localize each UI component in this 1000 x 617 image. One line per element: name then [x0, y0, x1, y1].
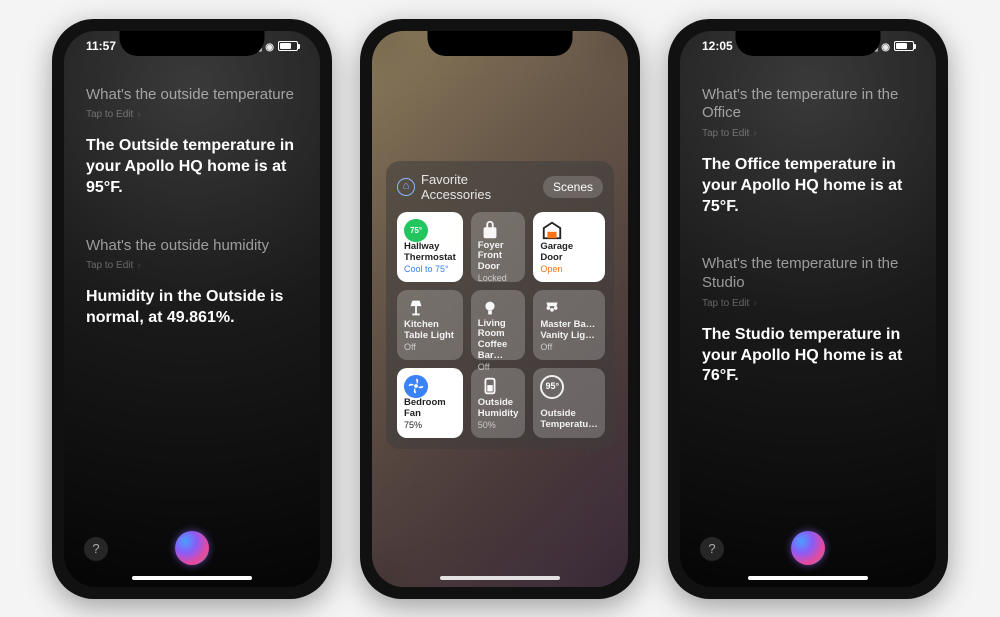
thermostat-icon: 75°: [404, 219, 428, 243]
control-center-home-widget: Favorite Accessories Scenes 75°Hallway T…: [372, 31, 628, 587]
widget-header: Favorite Accessories Scenes: [397, 172, 603, 202]
siri-orb-icon[interactable]: [175, 531, 209, 565]
notch: [120, 31, 265, 56]
tap-to-edit[interactable]: Tap to Edit›: [702, 298, 914, 309]
status-time: 12:05: [702, 39, 733, 53]
siri-screen: 11:57 What's the outside temperature Tap…: [64, 31, 320, 587]
accessory-tile-garage[interactable]: Garage DoorOpen: [533, 212, 604, 282]
tap-to-edit[interactable]: Tap to Edit›: [86, 109, 298, 120]
iphone-right: 12:05 What's the temperature in the Offi…: [668, 19, 948, 599]
tile-status: Open: [540, 264, 597, 274]
qa-block: What's the outside temperature Tap to Ed…: [86, 86, 298, 199]
user-query[interactable]: What's the outside humidity: [86, 237, 298, 256]
accessory-tile-chandelier[interactable]: Master Ba… Vanity Lig…Off: [533, 290, 604, 360]
garage-icon: [540, 219, 564, 243]
lamp-icon: [404, 297, 428, 321]
wifi-icon: [265, 39, 274, 53]
lock-icon: [478, 219, 502, 241]
fan-icon: [404, 375, 428, 399]
widget-title: Favorite Accessories: [421, 172, 537, 202]
temperature-icon: 95°: [540, 375, 564, 399]
tap-to-edit[interactable]: Tap to Edit›: [86, 260, 298, 271]
tile-name: Living Room Coffee Bar…: [478, 319, 519, 363]
accessory-tile-fan[interactable]: Bedroom Fan75%: [397, 368, 463, 438]
siri-screen: 12:05 What's the temperature in the Offi…: [680, 31, 936, 587]
siri-help-button[interactable]: ?: [700, 537, 724, 561]
tile-name: Master Ba… Vanity Lig…: [540, 320, 597, 342]
tile-name: Outside Humidity: [478, 398, 519, 420]
tap-to-edit[interactable]: Tap to Edit›: [702, 128, 914, 139]
tile-status: 50%: [478, 420, 519, 430]
user-query[interactable]: What's the outside temperature: [86, 86, 298, 105]
notch: [736, 31, 881, 56]
home-indicator[interactable]: [132, 576, 252, 580]
user-query[interactable]: What's the temperature in the Studio: [702, 255, 914, 293]
tile-name: Garage Door: [540, 242, 597, 264]
qa-block: What's the temperature in the Studio Tap…: [702, 255, 914, 387]
tile-status: Off: [540, 342, 597, 352]
chevron-right-icon: ›: [137, 260, 140, 271]
notch: [428, 31, 573, 56]
siri-response: The Office temperature in your Apollo HQ…: [702, 155, 914, 217]
home-widget-panel: Favorite Accessories Scenes 75°Hallway T…: [386, 161, 614, 449]
accessory-tile-light[interactable]: Living Room Coffee Bar…Off: [471, 290, 526, 360]
siri-response: The Outside temperature in your Apollo H…: [86, 136, 298, 198]
tile-status: Locked: [478, 273, 519, 283]
qa-block: What's the temperature in the Office Tap…: [702, 86, 914, 218]
iphone-left: 11:57 What's the outside temperature Tap…: [52, 19, 332, 599]
home-indicator[interactable]: [748, 576, 868, 580]
siri-orb-icon[interactable]: [791, 531, 825, 565]
siri-response: The Studio temperature in your Apollo HQ…: [702, 325, 914, 387]
accessory-tile-lock[interactable]: Foyer Front DoorLocked: [471, 212, 526, 282]
tile-name: Foyer Front Door: [478, 241, 519, 274]
home-indicator[interactable]: [440, 576, 560, 580]
home-icon: [397, 178, 415, 196]
scenes-button[interactable]: Scenes: [543, 176, 603, 198]
status-time: 11:57: [86, 39, 116, 53]
tile-status: 75%: [404, 420, 456, 430]
tile-name: Hallway Thermostat: [404, 242, 456, 264]
accessory-tiles-grid: 75°Hallway ThermostatCool to 75°Foyer Fr…: [397, 212, 603, 438]
accessory-tile-humidity[interactable]: Outside Humidity50%: [471, 368, 526, 438]
tile-name: Bedroom Fan: [404, 398, 456, 420]
battery-icon: [278, 41, 298, 51]
iphone-center: Favorite Accessories Scenes 75°Hallway T…: [360, 19, 640, 599]
light-icon: [478, 297, 502, 319]
battery-icon: [894, 41, 914, 51]
humidity-icon: [478, 375, 502, 399]
accessory-tile-temp[interactable]: 95° Outside Temperatu…: [533, 368, 604, 438]
tile-name: Outside Temperatu…: [540, 409, 597, 431]
tile-name: Kitchen Table Light: [404, 320, 456, 342]
siri-response: Humidity in the Outside is normal, at 49…: [86, 287, 298, 329]
user-query[interactable]: What's the temperature in the Office: [702, 86, 914, 124]
accessory-tile-lamp[interactable]: Kitchen Table LightOff: [397, 290, 463, 360]
chevron-right-icon: ›: [753, 128, 756, 139]
tile-status: Off: [478, 362, 519, 372]
siri-help-button[interactable]: ?: [84, 537, 108, 561]
tile-status: Off: [404, 342, 456, 352]
qa-block: What's the outside humidity Tap to Edit›…: [86, 237, 298, 329]
chandelier-icon: [540, 297, 564, 321]
siri-conversation: What's the temperature in the Office Tap…: [680, 86, 936, 426]
wifi-icon: [881, 39, 890, 53]
tile-status: Cool to 75°: [404, 264, 456, 274]
accessory-tile-thermostat[interactable]: 75°Hallway ThermostatCool to 75°: [397, 212, 463, 282]
chevron-right-icon: ›: [753, 298, 756, 309]
chevron-right-icon: ›: [137, 109, 140, 120]
siri-conversation: What's the outside temperature Tap to Ed…: [64, 86, 320, 367]
